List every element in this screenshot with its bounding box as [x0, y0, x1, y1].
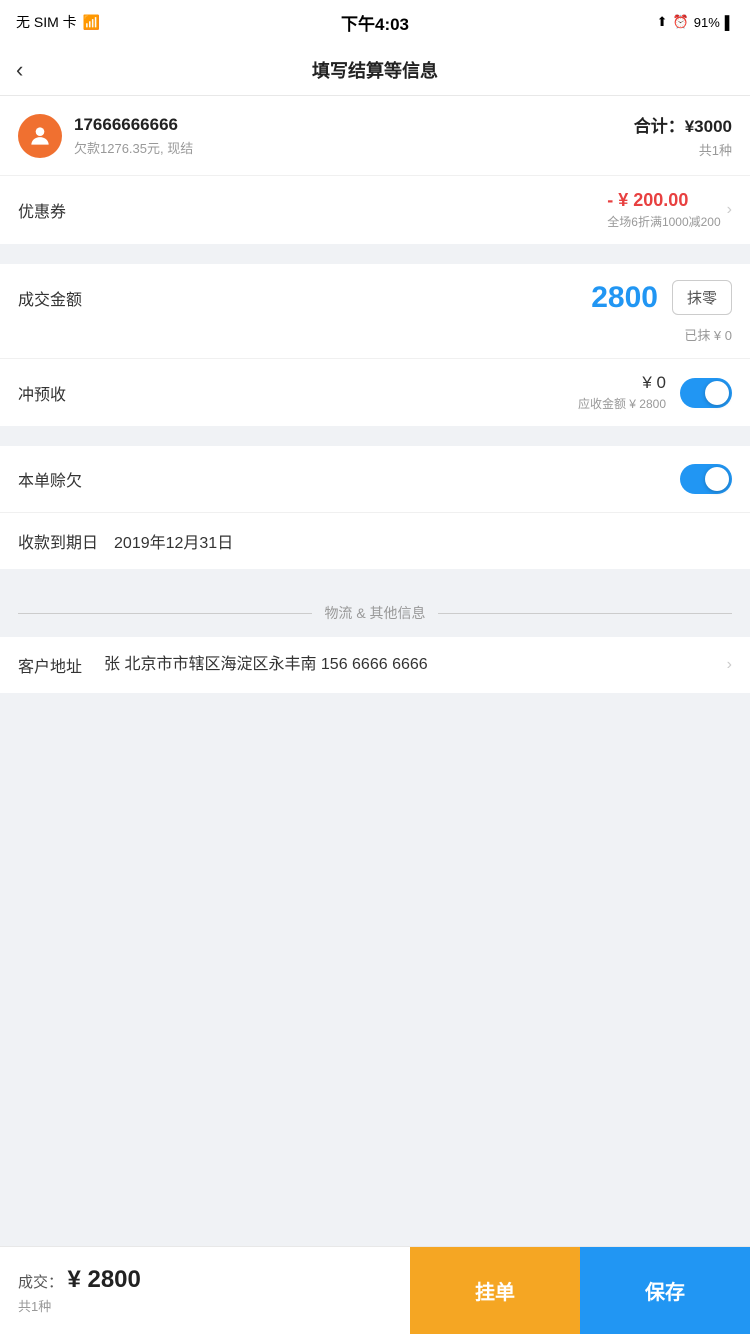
- page-title: 填写结算等信息: [312, 57, 438, 83]
- back-button[interactable]: ‹: [16, 57, 23, 83]
- section-line-left: [18, 613, 312, 614]
- customer-sub: 欠款1276.35元, 现结: [74, 138, 193, 157]
- precollect-toggle[interactable]: [680, 378, 732, 408]
- avatar: [18, 114, 62, 158]
- hang-order-button[interactable]: 挂单: [410, 1247, 580, 1334]
- bottom-padding: [0, 693, 750, 893]
- bottom-bar: 成交： ¥ 2800 共1种 挂单 保存: [0, 1246, 750, 1334]
- amount-right: 2800 抹零: [591, 280, 732, 315]
- debt-row: 本单赊欠: [0, 446, 750, 512]
- amount-row: 成交金额 2800 抹零: [0, 264, 750, 325]
- bottom-deal-label: 成交：: [18, 1274, 63, 1291]
- coupon-info: - ¥ 200.00 全场6折满1000减200: [607, 190, 720, 230]
- address-label: 客户地址: [18, 653, 88, 677]
- address-chevron-icon: ›: [727, 656, 732, 674]
- transaction-card: 成交金额 2800 抹零 已抹 ¥ 0 冲预收 ¥ 0 应收金额 ¥ 2800: [0, 264, 750, 426]
- bottom-deal-count: 共1种: [18, 1296, 392, 1315]
- precollect-right: ¥ 0 应收金额 ¥ 2800: [578, 373, 732, 412]
- battery-label: 91%: [694, 15, 720, 30]
- customer-card: 17666666666 欠款1276.35元, 现结 合计：¥3000 共1种 …: [0, 96, 750, 244]
- save-button[interactable]: 保存: [580, 1247, 750, 1334]
- transaction-sub: 已抹 ¥ 0: [0, 325, 750, 358]
- logistics-label: 物流 & 其他信息: [312, 603, 437, 623]
- duedate-label: 收款到期日: [18, 529, 98, 553]
- customer-phone: 17666666666: [74, 115, 193, 135]
- customer-left: 17666666666 欠款1276.35元, 现结: [18, 114, 193, 158]
- address-value: 张 北京市市辖区海淀区永丰南 156 6666 6666: [104, 653, 727, 677]
- precollect-row: 冲预收 ¥ 0 应收金额 ¥ 2800: [0, 358, 750, 426]
- no-sim-label: 无 SIM 卡: [16, 12, 77, 32]
- customer-info: 17666666666 欠款1276.35元, 现结: [74, 115, 193, 157]
- coupon-amount: - ¥ 200.00: [607, 190, 720, 211]
- content-area: 17666666666 欠款1276.35元, 现结 合计：¥3000 共1种 …: [0, 96, 750, 983]
- section-line-right: [438, 613, 732, 614]
- customer-row: 17666666666 欠款1276.35元, 现结 合计：¥3000 共1种: [0, 96, 750, 175]
- status-right: ⬆ ⏰ 91% ▌: [657, 14, 734, 30]
- address-row[interactable]: 客户地址 张 北京市市辖区海淀区永丰南 156 6666 6666 ›: [0, 637, 750, 693]
- bottom-deal-row: 成交： ¥ 2800: [18, 1266, 392, 1294]
- coupon-right: - ¥ 200.00 全场6折满1000减200 ›: [607, 190, 732, 230]
- duedate-row: 收款到期日 2019年12月31日: [0, 512, 750, 569]
- wifi-icon: 📶: [83, 14, 100, 31]
- round-button[interactable]: 抹零: [672, 280, 732, 315]
- section-sep-2: [0, 436, 750, 446]
- total-count: 共1种: [634, 140, 732, 159]
- alarm-icon: ⏰: [673, 14, 689, 30]
- section-sep-1: [0, 254, 750, 264]
- debt-label: 本单赊欠: [18, 467, 82, 491]
- battery-icon: ▌: [725, 15, 734, 30]
- nav-header: ‹ 填写结算等信息: [0, 44, 750, 96]
- location-icon: ⬆: [657, 14, 668, 30]
- status-time: 下午4:03: [341, 10, 409, 35]
- precollect-sub: 应收金额 ¥ 2800: [578, 395, 666, 412]
- status-bar: 无 SIM 卡 📶 下午4:03 ⬆ ⏰ 91% ▌: [0, 0, 750, 44]
- coupon-desc: 全场6折满1000减200: [607, 213, 720, 230]
- transaction-label: 成交金额: [18, 286, 82, 310]
- bottom-info: 成交： ¥ 2800 共1种: [0, 1266, 410, 1315]
- precollect-main: ¥ 0: [578, 373, 666, 393]
- precollect-values: ¥ 0 应收金额 ¥ 2800: [578, 373, 666, 412]
- status-left: 无 SIM 卡 📶: [16, 12, 100, 32]
- coupon-label: 优惠券: [18, 198, 66, 222]
- debt-card: 本单赊欠 收款到期日 2019年12月31日: [0, 446, 750, 569]
- logistics-section: 物流 & 其他信息: [0, 589, 750, 637]
- debt-toggle[interactable]: [680, 464, 732, 494]
- transaction-value: 2800: [591, 281, 658, 315]
- customer-right: 合计：¥3000 共1种: [634, 112, 732, 159]
- coupon-row[interactable]: 优惠券 - ¥ 200.00 全场6折满1000减200 ›: [0, 175, 750, 244]
- precollect-label: 冲预收: [18, 381, 66, 405]
- total-amount: 合计：¥3000: [634, 112, 732, 137]
- bottom-deal-amount: ¥ 2800: [67, 1266, 140, 1293]
- chevron-right-icon: ›: [727, 201, 732, 219]
- section-sep-3: [0, 579, 750, 589]
- duedate-value: 2019年12月31日: [114, 529, 233, 553]
